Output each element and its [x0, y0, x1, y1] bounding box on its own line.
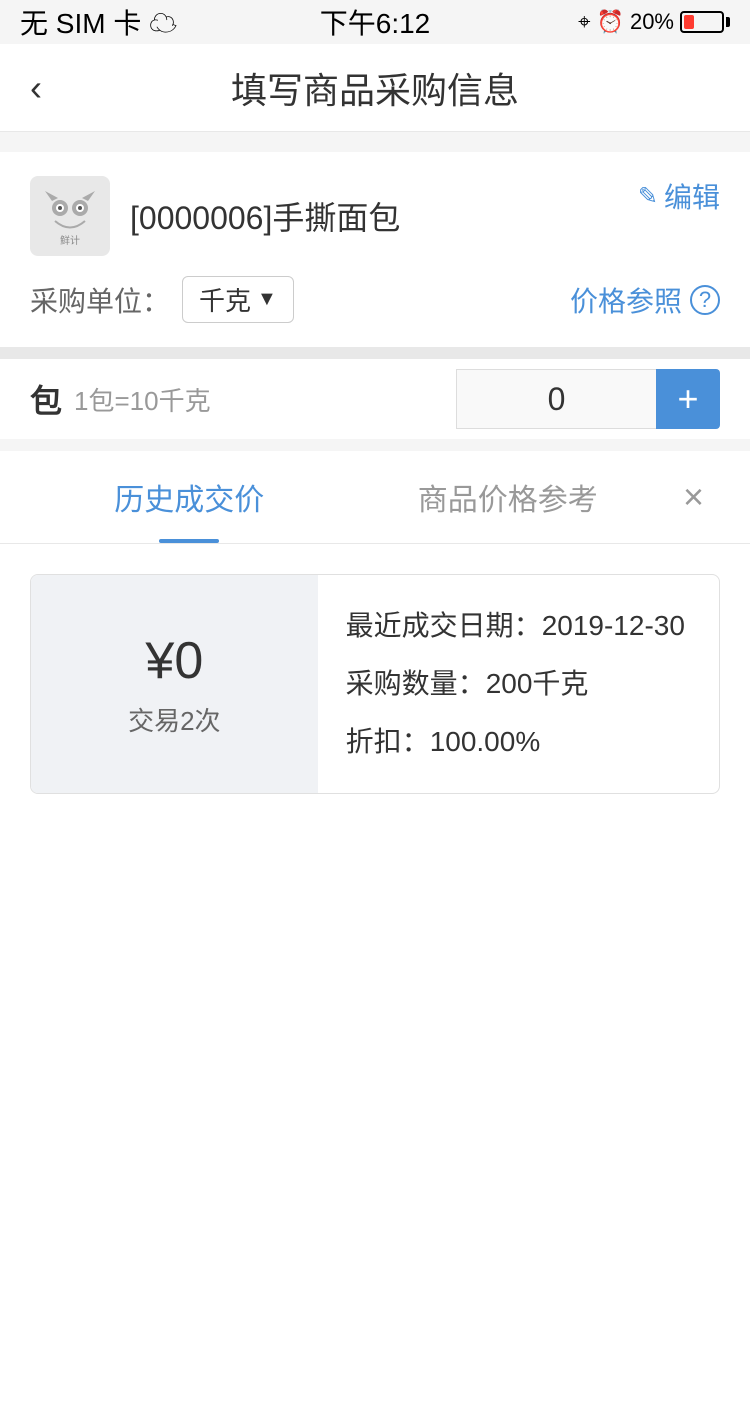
discount-label: 折扣：: [346, 726, 430, 757]
status-network: 无 SIM 卡 ☁: [20, 2, 177, 42]
tab-price-reference[interactable]: 商品价格参考: [348, 451, 666, 543]
price-amount: ¥0: [145, 631, 203, 691]
product-header: 鲜计 [0000006]手撕面包 ✎ 编辑: [30, 176, 720, 256]
battery-icon: [680, 11, 730, 33]
product-name: [0000006]手撕面包: [130, 193, 400, 239]
discount-row: 折扣：100.00%: [346, 721, 691, 763]
location-icon: ⌖: [578, 9, 590, 35]
recent-date-row: 最近成交日期：2019-12-30: [346, 605, 691, 647]
quantity-input[interactable]: [456, 369, 656, 429]
price-card-right: 最近成交日期：2019-12-30 采购数量：200千克 折扣：100.00%: [318, 575, 719, 793]
svg-text:鲜计: 鲜计: [60, 234, 80, 246]
tab-content-history: ¥0 交易2次 最近成交日期：2019-12-30 采购数量：200千克 折扣：…: [0, 544, 750, 824]
status-bar: 无 SIM 卡 ☁ 下午6:12 ⌖ ⏰ 20%: [0, 0, 750, 44]
edit-button[interactable]: ✎ 编辑: [638, 176, 720, 216]
product-section: 鲜计 [0000006]手撕面包 ✎ 编辑 采购单位： 千克 ▼ 价格参照 ?: [0, 152, 750, 347]
purchase-qty-label: 采购数量：: [346, 668, 486, 699]
product-thumbnail: 鲜计: [30, 176, 110, 256]
dropdown-icon: ▼: [257, 288, 277, 311]
tab-active-indicator: [159, 539, 219, 543]
unit-select-dropdown[interactable]: 千克 ▼: [182, 276, 294, 323]
alarm-icon: ⏰: [597, 9, 624, 35]
bag-unit-label: 包: [30, 376, 62, 422]
product-info: 鲜计 [0000006]手撕面包: [30, 176, 400, 256]
tabs-header: 历史成交价 商品价格参考 ×: [0, 451, 750, 544]
price-card-left: ¥0 交易2次: [31, 575, 318, 793]
bag-conversion: 1包=10千克: [74, 381, 211, 418]
tabs-section: 历史成交价 商品价格参考 × ¥0 交易2次 最近成交日期：2019-12-30…: [0, 451, 750, 824]
product-unit-row: 采购单位： 千克 ▼ 价格参照 ?: [30, 276, 720, 323]
plus-icon: +: [677, 378, 698, 420]
nav-bar: ‹ 填写商品采购信息: [0, 44, 750, 132]
unit-value: 千克: [199, 281, 251, 318]
quantity-control: +: [456, 369, 720, 429]
bottom-area: [0, 824, 750, 1424]
battery-percent: 20%: [630, 9, 674, 35]
price-ref-label: 价格参照: [570, 280, 682, 320]
status-right-group: ⌖ ⏰ 20%: [578, 9, 730, 35]
section-divider: [0, 347, 750, 359]
price-card: ¥0 交易2次 最近成交日期：2019-12-30 采购数量：200千克 折扣：…: [30, 574, 720, 794]
product-logo-icon: 鲜计: [40, 186, 100, 246]
status-time: 下午6:12: [320, 2, 431, 42]
tab-history-price[interactable]: 历史成交价: [30, 451, 348, 543]
quantity-label: 包 1包=10千克: [30, 376, 211, 422]
quantity-row: 包 1包=10千克 +: [0, 359, 750, 439]
recent-date-label: 最近成交日期：: [346, 610, 542, 641]
tabs-close-button[interactable]: ×: [667, 460, 720, 534]
page-title: 填写商品采购信息: [231, 62, 519, 114]
purchase-qty-row: 采购数量：200千克: [346, 663, 691, 705]
unit-left: 采购单位： 千克 ▼: [30, 276, 294, 323]
price-reference-button[interactable]: 价格参照 ?: [570, 280, 720, 320]
trade-count: 交易2次: [128, 701, 220, 738]
discount-value: 100.00%: [430, 726, 541, 757]
recent-date-value: 2019-12-30: [542, 610, 685, 641]
back-button[interactable]: ‹: [30, 67, 42, 109]
purchase-qty-value: 200千克: [486, 668, 589, 699]
unit-label: 采购单位：: [30, 280, 170, 320]
edit-icon: ✎: [638, 182, 658, 211]
price-ref-help-icon: ?: [690, 285, 720, 315]
quantity-plus-button[interactable]: +: [656, 369, 720, 429]
